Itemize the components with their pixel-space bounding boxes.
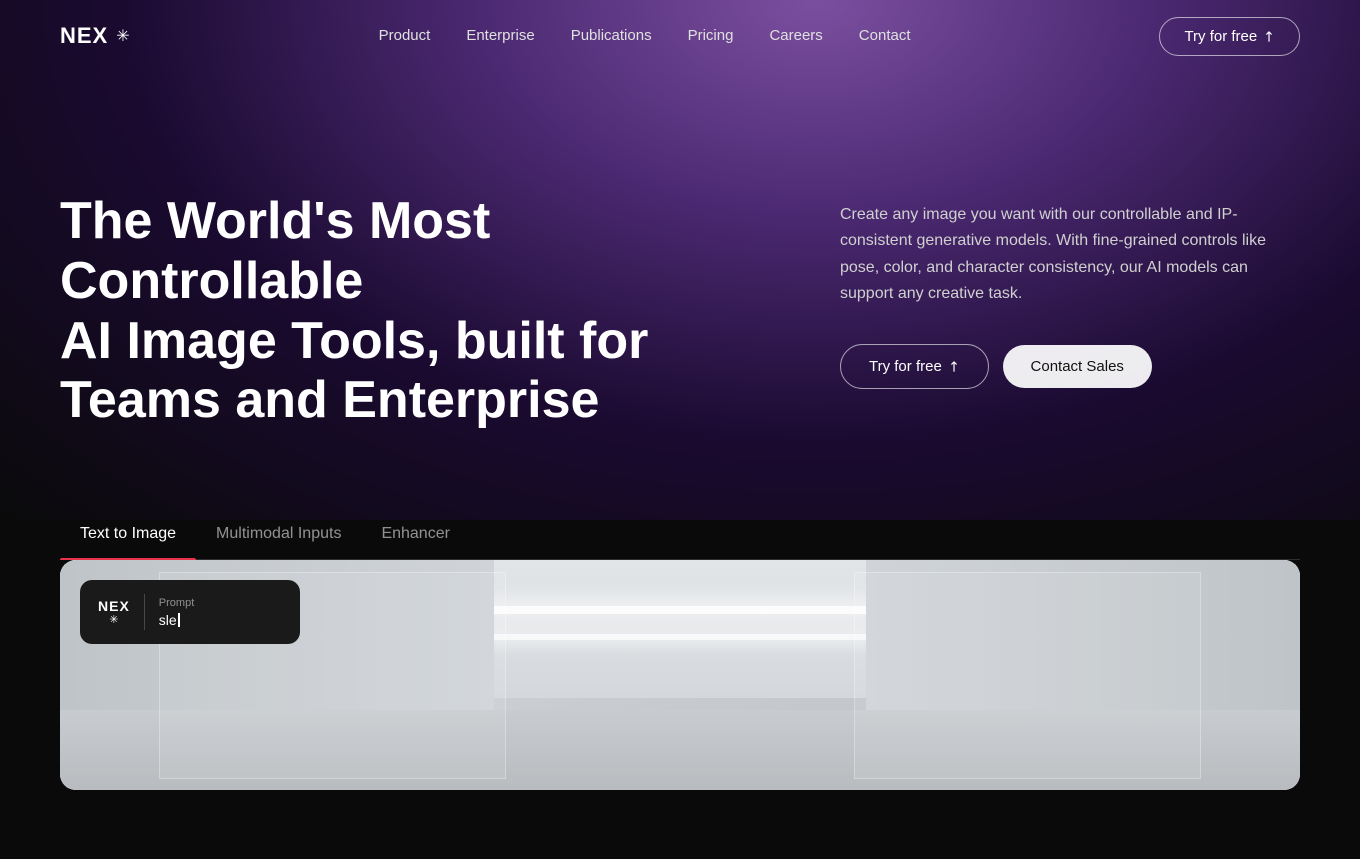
nav-cta-label: Try for free [1184,28,1257,45]
hero-title-line2: AI Image Tools, built for [60,312,648,370]
hero-try-free-icon: ↗ [944,356,964,376]
hero-contact-sales-button[interactable]: Contact Sales [1003,345,1152,388]
widget-logo-text: NEX [98,599,130,613]
nav-item-enterprise[interactable]: Enterprise [466,27,534,45]
hero-buttons: Try for free ↗ Contact Sales [840,344,1300,389]
hero-left: The World's Most Controllable AI Image T… [60,192,740,431]
logo-icon: ✳ [116,26,129,46]
nav-cta-icon: ↗ [1259,26,1279,46]
nav-link-pricing[interactable]: Pricing [688,27,734,44]
nav-item-pricing[interactable]: Pricing [688,27,734,45]
prompt-widget: NEX ✳ Prompt sle [80,580,300,644]
widget-prompt-value: sle [159,612,282,628]
nav-link-publications[interactable]: Publications [571,27,652,44]
widget-logo-asterisk: ✳ [109,613,118,626]
image-preview-container: NEX ✳ Prompt sle [60,560,1300,790]
tabs-section: Text to Image Multimodal Inputs Enhancer [0,511,1360,560]
hero-title-line1: The World's Most Controllable [60,192,490,310]
tab-text-to-image[interactable]: Text to Image [60,511,196,559]
tab-multimodal-inputs[interactable]: Multimodal Inputs [196,511,361,559]
hero-right: Create any image you want with our contr… [840,192,1300,389]
hero-try-free-button[interactable]: Try for free ↗ [840,344,989,389]
tabs-list: Text to Image Multimodal Inputs Enhancer [60,511,1300,560]
tab-enhancer[interactable]: Enhancer [361,511,470,559]
logo[interactable]: NEX ✳ [60,23,130,49]
nav-link-product[interactable]: Product [379,27,431,44]
widget-prompt: Prompt sle [159,597,282,628]
hero-try-free-label: Try for free [869,358,942,375]
hero-title: The World's Most Controllable AI Image T… [60,192,740,431]
nav-item-careers[interactable]: Careers [769,27,822,45]
nav-item-product[interactable]: Product [379,27,431,45]
widget-prompt-label: Prompt [159,597,282,609]
logo-text: NEX [60,23,108,49]
widget-divider [144,594,145,630]
nav-cta-button[interactable]: Try for free ↗ [1159,17,1300,56]
widget-logo: NEX ✳ [98,599,130,626]
hero-description: Create any image you want with our contr… [840,202,1300,308]
navbar: NEX ✳ Product Enterprise Publications Pr… [0,0,1360,72]
nav-item-publications[interactable]: Publications [571,27,652,45]
nav-links: Product Enterprise Publications Pricing … [379,27,911,45]
widget-cursor [178,613,180,627]
nav-link-contact[interactable]: Contact [859,27,911,44]
room-panel-right [854,572,1201,779]
nav-item-contact[interactable]: Contact [859,27,911,45]
hero-title-line3: Teams and Enterprise [60,371,599,429]
widget-prompt-text: sle [159,612,177,628]
nav-link-careers[interactable]: Careers [769,27,822,44]
hero-section: The World's Most Controllable AI Image T… [0,72,1360,491]
nav-link-enterprise[interactable]: Enterprise [466,27,534,44]
